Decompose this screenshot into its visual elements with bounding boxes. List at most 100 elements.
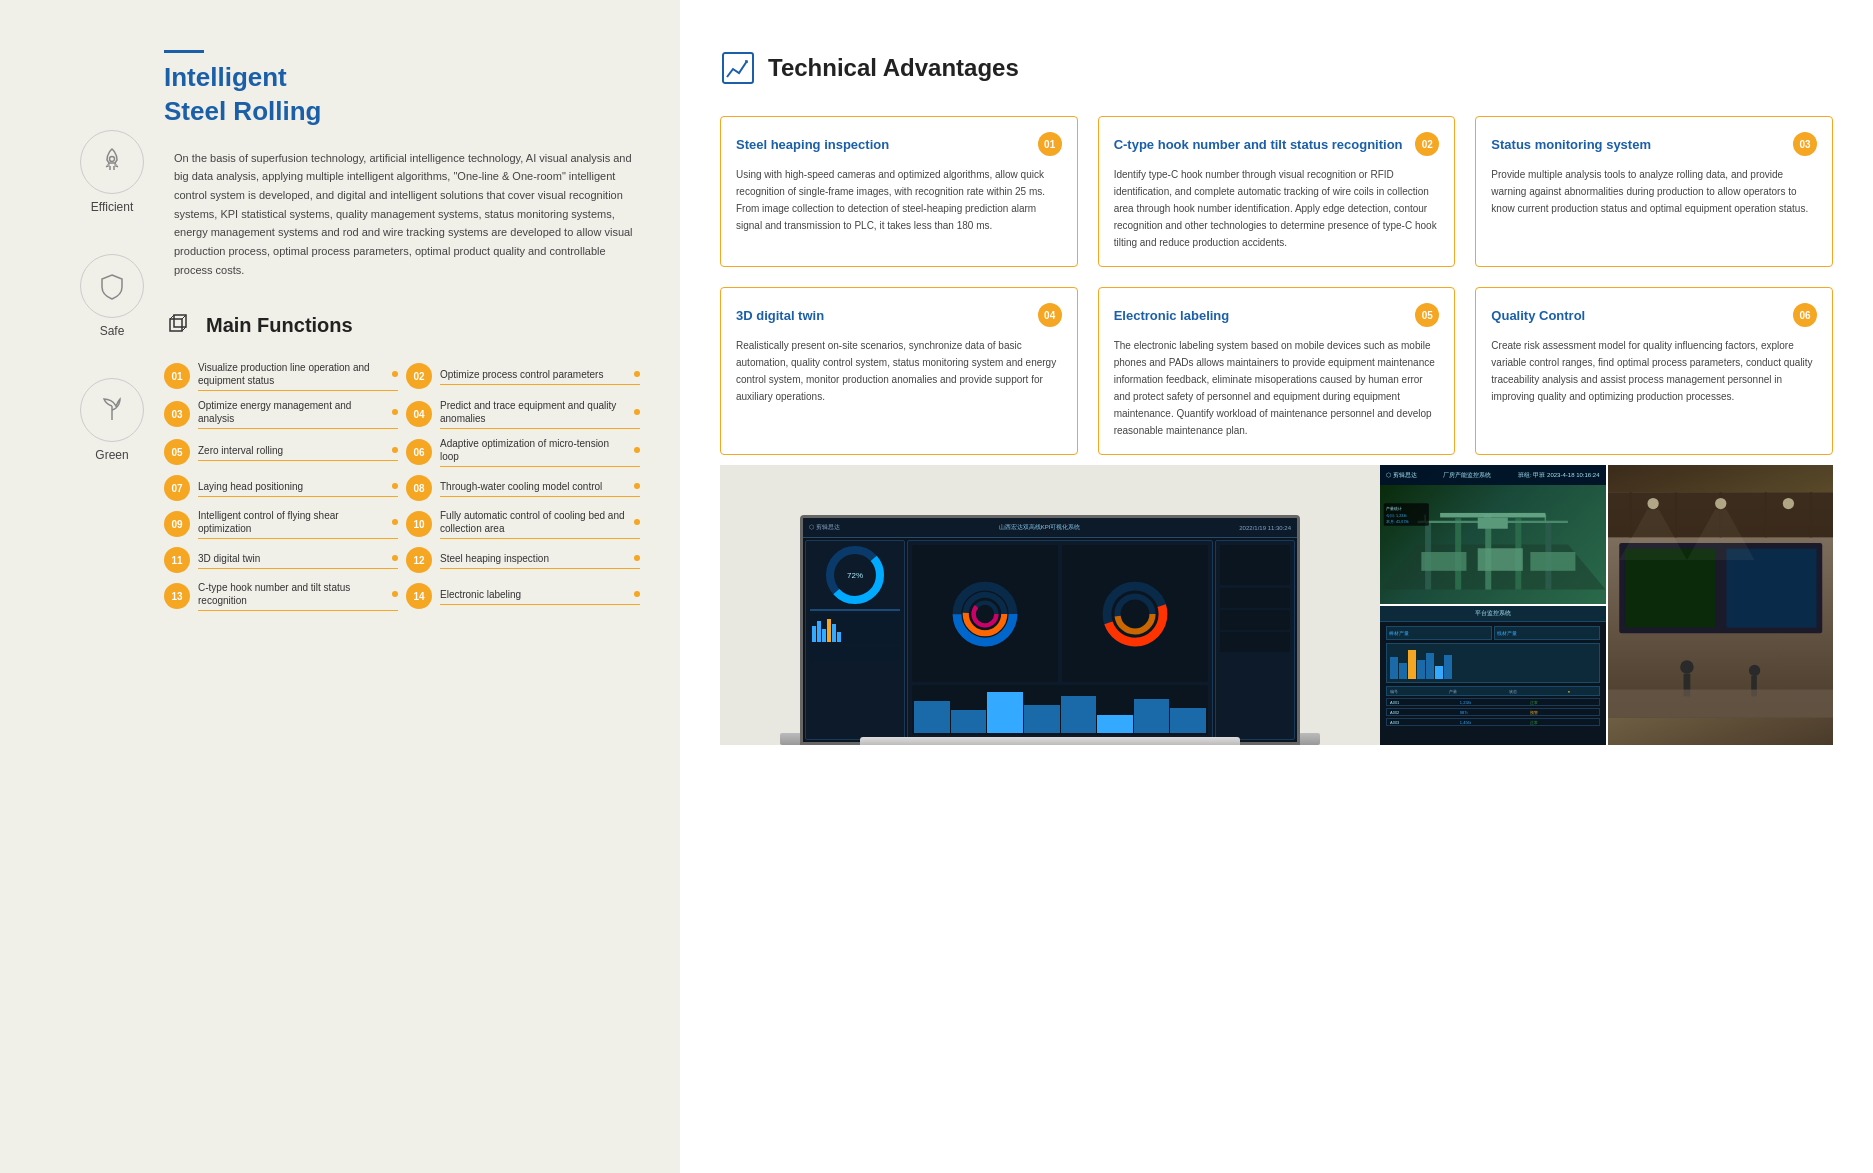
tech-card-header-01: Steel heaping inspection 01: [736, 132, 1062, 156]
side-icons-column: Efficient Safe: [80, 50, 144, 631]
safe-label: Safe: [100, 324, 125, 338]
func-num-06: 06: [406, 439, 432, 465]
tech-card-num-05: 05: [1415, 303, 1439, 327]
main-title-line1: Intelligent: [164, 62, 287, 92]
tech-card-body-05: The electronic labeling system based on …: [1114, 337, 1440, 439]
function-item-08: 08 Through-water cooling model control: [406, 475, 640, 501]
tech-card-num-06: 06: [1793, 303, 1817, 327]
safe-icon-item: Safe: [80, 254, 144, 338]
func-text-wrap-03: Optimize energy management and analysis: [198, 399, 398, 429]
func-dot-03: [392, 409, 398, 415]
func-text-01: Visualize production line operation and …: [198, 361, 388, 387]
computer-screenshot: ⬡ 剪辑思达 山西宏达双高线KPI可视化系统 2022/1/19 11:30:2…: [720, 465, 1380, 745]
svg-rect-47: [1624, 549, 1714, 628]
description-text: On the basis of superfusion technology, …: [164, 149, 640, 280]
func-text-11: 3D digital twin: [198, 552, 388, 565]
func-text-wrap-08: Through-water cooling model control: [440, 480, 640, 497]
tech-card-num-03: 03: [1793, 132, 1817, 156]
screenshot-digital-twin: ⬡ 剪辑思达 厂房产能监控系统 班组: 甲班 2023-4-18 10:16:2…: [1380, 465, 1606, 604]
func-dot-13: [392, 591, 398, 597]
function-item-10: 10 Fully automatic control of cooling be…: [406, 509, 640, 539]
svg-rect-6: [723, 53, 753, 83]
main-title-line2: Steel Rolling: [164, 96, 321, 126]
tech-card-03: Status monitoring system 03 Provide mult…: [1475, 116, 1833, 267]
func-dot-04: [634, 409, 640, 415]
func-text-08: Through-water cooling model control: [440, 480, 630, 493]
tech-card-num-02: 02: [1415, 132, 1439, 156]
func-dot-12: [634, 555, 640, 561]
func-num-02: 02: [406, 363, 432, 389]
func-text-wrap-01: Visualize production line operation and …: [198, 361, 398, 391]
left-content: Efficient Safe: [80, 50, 640, 631]
func-num-08: 08: [406, 475, 432, 501]
svg-point-0: [110, 157, 115, 162]
cube-icon: [166, 311, 194, 339]
tech-card-06: Quality Control 06 Create risk assessmen…: [1475, 287, 1833, 455]
func-text-05: Zero interval rolling: [198, 444, 388, 457]
function-item-04: 04 Predict and trace equipment and quali…: [406, 399, 640, 429]
func-num-01: 01: [164, 363, 190, 389]
svg-point-49: [1680, 660, 1694, 674]
green-icon-circle: [80, 378, 144, 442]
svg-rect-48: [1726, 549, 1816, 628]
functions-grid: 01 Visualize production line operation a…: [164, 361, 640, 611]
efficient-label: Efficient: [91, 200, 133, 214]
func-num-10: 10: [406, 511, 432, 537]
func-text-10: Fully automatic control of cooling bed a…: [440, 509, 630, 535]
func-text-wrap-14: Electronic labeling: [440, 588, 640, 605]
svg-rect-34: [1478, 517, 1508, 528]
tech-card-header-04: 3D digital twin 04: [736, 303, 1062, 327]
green-icon-item: Green: [80, 378, 144, 462]
tech-cards-grid: Steel heaping inspection 01 Using with h…: [720, 116, 1833, 455]
func-num-13: 13: [164, 583, 190, 609]
func-num-03: 03: [164, 401, 190, 427]
main-title: Intelligent Steel Rolling: [164, 61, 640, 129]
func-text-wrap-05: Zero interval rolling: [198, 444, 398, 461]
tech-card-04: 3D digital twin 04 Realistically present…: [720, 287, 1078, 455]
title-section: Intelligent Steel Rolling: [164, 50, 640, 129]
function-item-07: 07 Laying head positioning: [164, 475, 398, 501]
func-dot-11: [392, 555, 398, 561]
tech-card-01: Steel heaping inspection 01 Using with h…: [720, 116, 1078, 267]
tech-card-header-05: Electronic labeling 05: [1114, 303, 1440, 327]
func-dot-01: [392, 371, 398, 377]
efficient-icon-circle: [80, 130, 144, 194]
func-num-05: 05: [164, 439, 190, 465]
function-item-09: 09 Intelligent control of flying shear o…: [164, 509, 398, 539]
tech-card-header-06: Quality Control 06: [1491, 303, 1817, 327]
tech-card-title-04: 3D digital twin: [736, 308, 824, 323]
function-item-02: 02 Optimize process control parameters: [406, 361, 640, 391]
svg-point-54: [1647, 498, 1658, 509]
func-dot-06: [634, 447, 640, 453]
func-num-04: 04: [406, 401, 432, 427]
func-dot-05: [392, 447, 398, 453]
func-dot-08: [634, 483, 640, 489]
func-text-04: Predict and trace equipment and quality …: [440, 399, 630, 425]
safe-icon-circle: [80, 254, 144, 318]
function-item-12: 12 Steel heaping inspection: [406, 547, 640, 573]
tech-card-header-03: Status monitoring system 03: [1491, 132, 1817, 156]
func-dot-09: [392, 519, 398, 525]
func-text-wrap-07: Laying head positioning: [198, 480, 398, 497]
tech-card-title-03: Status monitoring system: [1491, 137, 1651, 152]
func-num-07: 07: [164, 475, 190, 501]
efficient-icon-item: Efficient: [80, 130, 144, 214]
svg-rect-27: [1478, 548, 1523, 571]
func-text-wrap-04: Predict and trace equipment and quality …: [440, 399, 640, 429]
func-text-03: Optimize energy management and analysis: [198, 399, 388, 425]
svg-point-56: [1782, 498, 1793, 509]
screenshots-section: ⬡ 剪辑思达 山西宏达双高线KPI可视化系统 2022/1/19 11:30:2…: [720, 465, 1833, 745]
dashboard-title: 山西宏达双高线KPI可视化系统: [840, 523, 1240, 532]
func-text-07: Laying head positioning: [198, 480, 388, 493]
shield-icon: [98, 272, 126, 300]
func-text-wrap-10: Fully automatic control of cooling bed a…: [440, 509, 640, 539]
right-panel: Technical Advantages Steel heaping inspe…: [680, 0, 1873, 1173]
svg-point-51: [1748, 665, 1759, 676]
function-item-03: 03 Optimize energy management and analys…: [164, 399, 398, 429]
function-item-14: 14 Electronic labeling: [406, 581, 640, 611]
func-text-14: Electronic labeling: [440, 588, 630, 601]
func-num-09: 09: [164, 511, 190, 537]
page-wrapper: Efficient Safe: [0, 0, 1873, 1173]
func-text-wrap-02: Optimize process control parameters: [440, 368, 640, 385]
rocket-icon: [97, 147, 127, 177]
